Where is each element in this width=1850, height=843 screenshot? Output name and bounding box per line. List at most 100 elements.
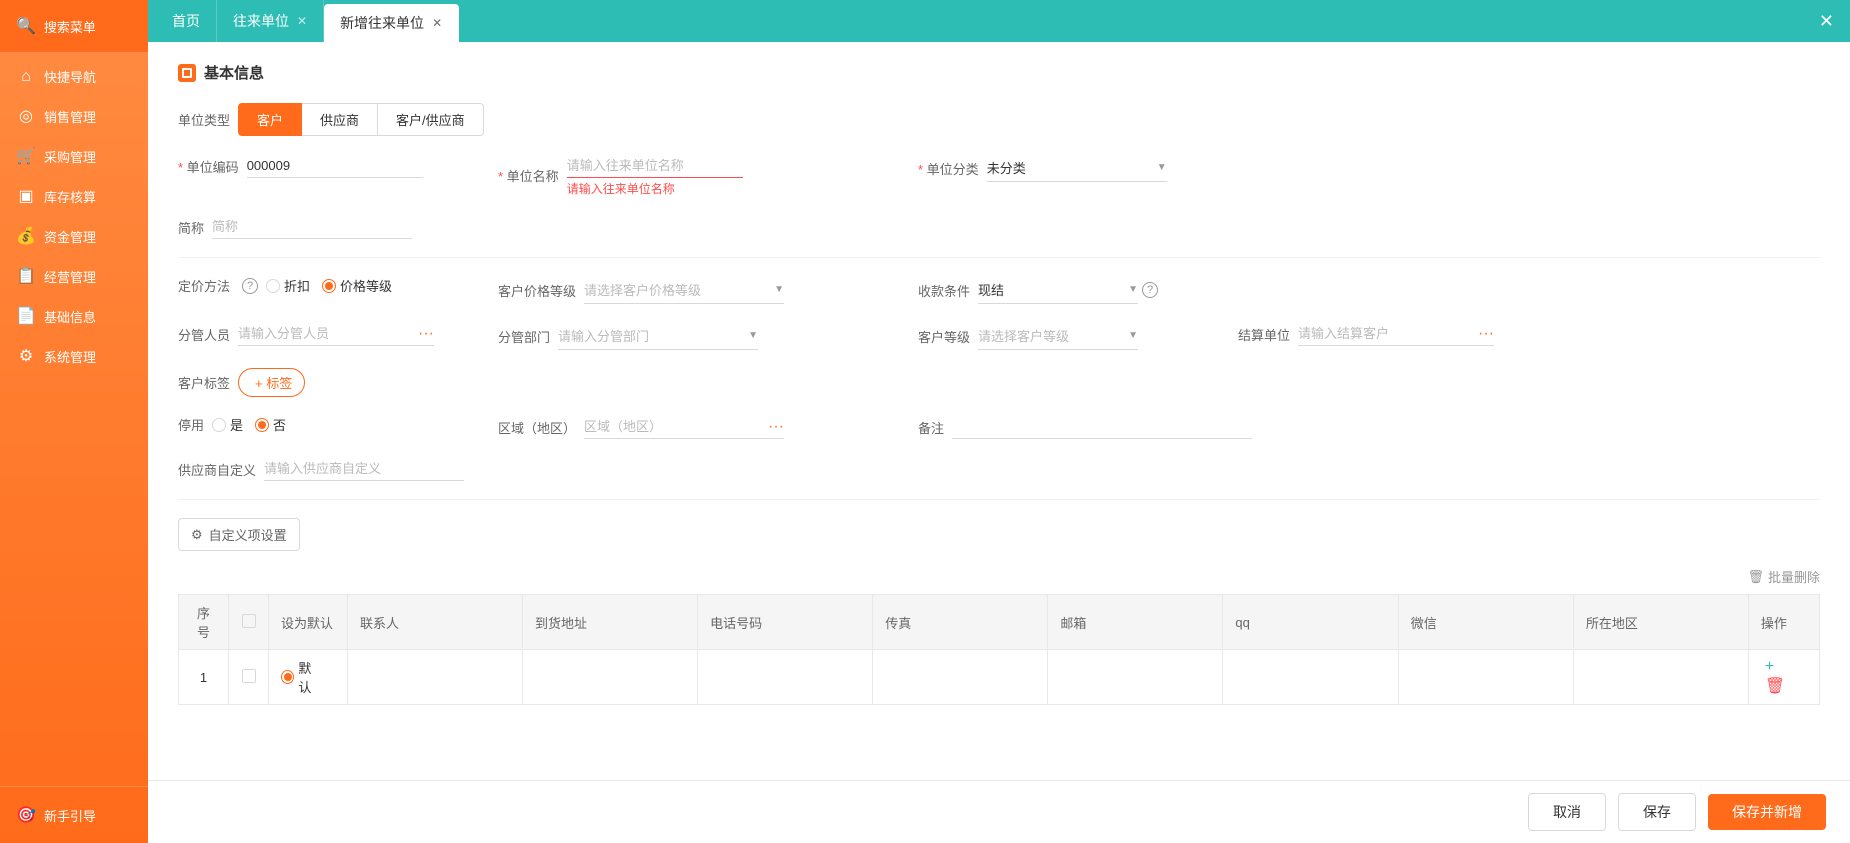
region-input[interactable] — [584, 415, 764, 438]
col-fax: 传真 — [873, 595, 1048, 650]
default-radio[interactable]: 默认 — [281, 658, 323, 696]
tab-new-partner-close[interactable]: ✕ — [432, 16, 442, 30]
department-select[interactable]: 请输入分管部门 ▼ — [558, 322, 758, 350]
sidebar-top: 🔍 搜索菜单 — [0, 0, 148, 53]
sidebar-item-system[interactable]: ⚙ 系统管理 — [0, 336, 148, 376]
home-icon: ⌂ — [16, 68, 36, 86]
cell-wechat[interactable] — [1398, 650, 1573, 705]
disabled-no[interactable]: 否 — [255, 415, 286, 434]
settlement-unit-more-btn[interactable]: ··· — [1478, 325, 1494, 343]
department-label: 分管部门 — [498, 327, 550, 346]
payment-terms-help-icon[interactable]: ? — [1142, 282, 1158, 298]
sidebar-item-new-guide[interactable]: 🎯 新手引导 — [0, 797, 148, 833]
region-label: 区域（地区） — [498, 418, 576, 437]
unit-type-label: 单位类型 — [178, 110, 230, 129]
row-checkbox[interactable] — [242, 669, 256, 683]
disabled-label: 停用 — [178, 415, 204, 434]
cell-contact[interactable] — [347, 650, 522, 705]
custom-settings-label: 自定义项设置 — [209, 525, 287, 544]
unit-name-group: 单位名称 请输入往来单位名称 — [498, 154, 878, 197]
cell-phone[interactable] — [698, 650, 873, 705]
default-radio-outer — [281, 670, 294, 684]
col-wechat: 微信 — [1398, 595, 1573, 650]
short-name-group: 简称 — [178, 215, 458, 239]
save-new-button[interactable]: 保存并新增 — [1708, 794, 1826, 830]
select-all-checkbox[interactable] — [242, 614, 256, 628]
pricing-method-group: 定价方法 ? 折扣 价格等级 — [178, 276, 458, 295]
sidebar-item-inventory[interactable]: ▣ 库存核算 — [0, 176, 148, 216]
unit-code-input[interactable] — [247, 154, 423, 178]
manager-input[interactable] — [238, 322, 414, 345]
type-btn-customer[interactable]: 客户 — [238, 103, 302, 136]
cell-checkbox[interactable] — [229, 650, 269, 705]
row-delete-btn[interactable]: 🗑 — [1765, 678, 1785, 695]
contact-input[interactable] — [360, 670, 510, 685]
sidebar-search[interactable]: 🔍 搜索菜单 — [0, 8, 148, 44]
wechat-input[interactable] — [1411, 670, 1561, 685]
address-input[interactable] — [535, 670, 685, 685]
col-email: 邮箱 — [1048, 595, 1223, 650]
customer-level-placeholder: 请选择客户等级 — [978, 326, 1069, 345]
pricing-help-icon[interactable]: ? — [242, 278, 258, 294]
sidebar-item-label: 库存核算 — [44, 187, 96, 206]
supplier-custom-input[interactable] — [264, 457, 464, 481]
custom-settings-btn[interactable]: ⚙ 自定义项设置 — [178, 518, 300, 551]
phone-input[interactable] — [710, 670, 860, 685]
fax-input[interactable] — [885, 670, 1035, 685]
table-row: 1 默认 — [179, 650, 1820, 705]
cell-qq[interactable] — [1223, 650, 1398, 705]
unit-name-input[interactable] — [567, 154, 743, 178]
payment-terms-group: 收款条件 现结 ▼ ? — [918, 276, 1198, 304]
region-group: 区域（地区） ··· — [498, 415, 878, 439]
sidebar-item-finance[interactable]: 💰 资金管理 — [0, 216, 148, 256]
add-tag-btn[interactable]: + 标签 — [238, 368, 305, 397]
tab-bar: 首页 往来单位 ✕ 新增往来单位 ✕ ✕ — [148, 0, 1850, 42]
cell-area[interactable] — [1573, 650, 1748, 705]
table-header-row-el: 序号 设为默认 联系人 到货地址 电话号码 — [179, 595, 1820, 650]
manager-more-btn[interactable]: ··· — [418, 325, 434, 343]
customer-level-select[interactable]: 请选择客户等级 ▼ — [978, 322, 1138, 350]
sidebar-item-basic-info[interactable]: 📄 基础信息 — [0, 296, 148, 336]
area-input[interactable] — [1586, 670, 1736, 685]
qq-input[interactable] — [1235, 670, 1385, 685]
unit-category-select[interactable]: 未分类 ▼ — [987, 154, 1167, 182]
pricing-discount[interactable]: 折扣 — [266, 276, 310, 295]
cell-email[interactable] — [1048, 650, 1223, 705]
email-input[interactable] — [1060, 670, 1210, 685]
col-area: 所在地区 — [1573, 595, 1748, 650]
settlement-unit-input[interactable] — [1298, 322, 1474, 345]
region-more-btn[interactable]: ··· — [768, 418, 784, 436]
tab-bar-close-all[interactable]: ✕ — [1811, 11, 1842, 32]
batch-delete-btn[interactable]: 🗑 批量删除 — [1747, 567, 1820, 586]
short-name-input[interactable] — [212, 215, 412, 239]
customer-price-level-select[interactable]: 请选择客户价格等级 ▼ — [584, 276, 784, 304]
type-btn-both[interactable]: 客户/供应商 — [378, 103, 484, 136]
sidebar-item-quick-nav[interactable]: ⌂ 快捷导航 — [0, 57, 148, 96]
sidebar-item-operations[interactable]: 📋 经营管理 — [0, 256, 148, 296]
row-add-btn[interactable]: + — [1765, 658, 1774, 675]
cell-address[interactable] — [523, 650, 698, 705]
disabled-yes[interactable]: 是 — [212, 415, 243, 434]
tab-home[interactable]: 首页 — [156, 0, 217, 42]
type-btn-supplier[interactable]: 供应商 — [302, 103, 378, 136]
tab-partners-close[interactable]: ✕ — [297, 14, 307, 28]
pricing-discount-label: 折扣 — [284, 276, 310, 295]
customer-price-level-group: 客户价格等级 请选择客户价格等级 ▼ — [498, 276, 878, 304]
cancel-button[interactable]: 取消 — [1528, 793, 1606, 831]
pricing-level[interactable]: 价格等级 — [322, 276, 392, 295]
tab-partners[interactable]: 往来单位 ✕ — [217, 0, 324, 42]
sidebar-item-sales[interactable]: ◎ 销售管理 — [0, 96, 148, 136]
purchase-icon: 🛒 — [16, 146, 36, 166]
sidebar-item-purchase[interactable]: 🛒 采购管理 — [0, 136, 148, 176]
notes-input[interactable] — [952, 415, 1252, 439]
save-button[interactable]: 保存 — [1618, 793, 1696, 831]
payment-terms-arrow: ▼ — [1128, 284, 1138, 295]
cell-fax[interactable] — [873, 650, 1048, 705]
sidebar: 🔍 搜索菜单 ⌂ 快捷导航 ◎ 销售管理 🛒 采购管理 ▣ 库存核算 💰 资金管… — [0, 0, 148, 843]
payment-terms-value: 现结 — [978, 280, 1004, 299]
col-checkbox[interactable] — [229, 595, 269, 650]
payment-terms-select[interactable]: 现结 ▼ — [978, 276, 1138, 304]
supplier-custom-row: 供应商自定义 — [178, 457, 1820, 481]
disabled-no-label: 否 — [273, 415, 286, 434]
tab-new-partner[interactable]: 新增往来单位 ✕ — [324, 4, 459, 42]
